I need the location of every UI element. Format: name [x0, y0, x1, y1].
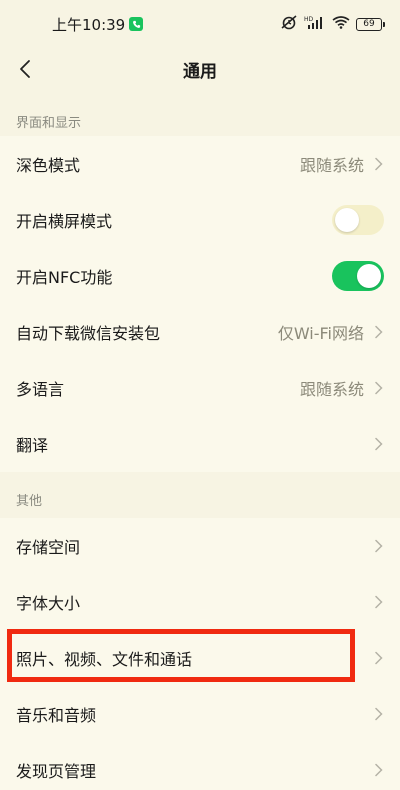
status-bar: 上午10:39 HD 69	[0, 0, 400, 48]
setting-font-size[interactable]: 字体大小	[0, 574, 400, 630]
setting-landscape-mode: 开启横屏模式	[0, 192, 400, 248]
section-header-display: 界面和显示	[16, 116, 82, 131]
status-left: 上午10:39	[52, 14, 144, 35]
toggle-knob	[357, 264, 381, 288]
chevron-right-icon	[374, 437, 384, 451]
row-label: 存储空间	[16, 538, 81, 557]
status-right: HD 69	[280, 14, 385, 34]
setting-media-files-calls[interactable]: 照片、视频、文件和通话	[0, 630, 400, 686]
chevron-right-icon	[374, 651, 384, 665]
setting-dark-mode[interactable]: 深色模式 跟随系统	[0, 136, 400, 192]
nfc-toggle[interactable]	[332, 261, 384, 291]
setting-storage[interactable]: 存储空间	[0, 518, 400, 574]
settings-group-other: 存储空间 字体大小 照片、视频、文件和通话 音乐和音频 发现页管理	[0, 518, 400, 790]
section-header-other: 其他	[16, 494, 43, 509]
navigation-bar: 通用	[0, 48, 400, 90]
chevron-right-icon	[374, 325, 384, 339]
setting-auto-download[interactable]: 自动下载微信安装包 仅Wi-Fi网络	[0, 304, 400, 360]
row-label: 深色模式	[16, 156, 81, 175]
chevron-right-icon	[374, 707, 384, 721]
alarm-icon	[280, 14, 298, 34]
chevron-right-icon	[374, 157, 384, 171]
svg-text:HD: HD	[304, 16, 314, 23]
row-label: 自动下载微信安装包	[16, 324, 161, 343]
chevron-left-icon	[20, 60, 30, 78]
back-button[interactable]	[8, 52, 42, 86]
row-label: 开启横屏模式	[16, 212, 113, 231]
row-value: 跟随系统	[299, 156, 364, 175]
row-label: 照片、视频、文件和通话	[16, 650, 193, 669]
setting-discover-management[interactable]: 发现页管理	[0, 742, 400, 790]
page-title: 通用	[183, 61, 217, 82]
row-label: 多语言	[16, 380, 65, 399]
toggle-knob	[335, 208, 359, 232]
battery-icon: 69	[356, 17, 385, 31]
row-label: 发现页管理	[16, 762, 97, 781]
row-label: 翻译	[16, 436, 49, 455]
setting-language[interactable]: 多语言 跟随系统	[0, 360, 400, 416]
chevron-right-icon	[374, 539, 384, 553]
setting-music-audio[interactable]: 音乐和音频	[0, 686, 400, 742]
chevron-right-icon	[374, 763, 384, 777]
cellular-signal-icon: HD	[304, 15, 326, 33]
call-indicator-icon	[129, 17, 144, 31]
status-time: 上午10:39	[52, 15, 126, 34]
row-value: 跟随系统	[299, 380, 364, 399]
row-label: 开启NFC功能	[16, 268, 113, 287]
settings-group-display: 深色模式 跟随系统 开启横屏模式 开启NFC功能 自动下载微信安装包 仅Wi-F…	[0, 136, 400, 472]
chevron-right-icon	[374, 381, 384, 395]
wifi-icon	[332, 15, 350, 33]
setting-nfc: 开启NFC功能	[0, 248, 400, 304]
row-value: 仅Wi-Fi网络	[277, 324, 364, 343]
landscape-toggle[interactable]	[332, 205, 384, 235]
row-label: 音乐和音频	[16, 706, 97, 725]
chevron-right-icon	[374, 595, 384, 609]
row-label: 字体大小	[16, 594, 81, 613]
setting-translate[interactable]: 翻译	[0, 416, 400, 472]
